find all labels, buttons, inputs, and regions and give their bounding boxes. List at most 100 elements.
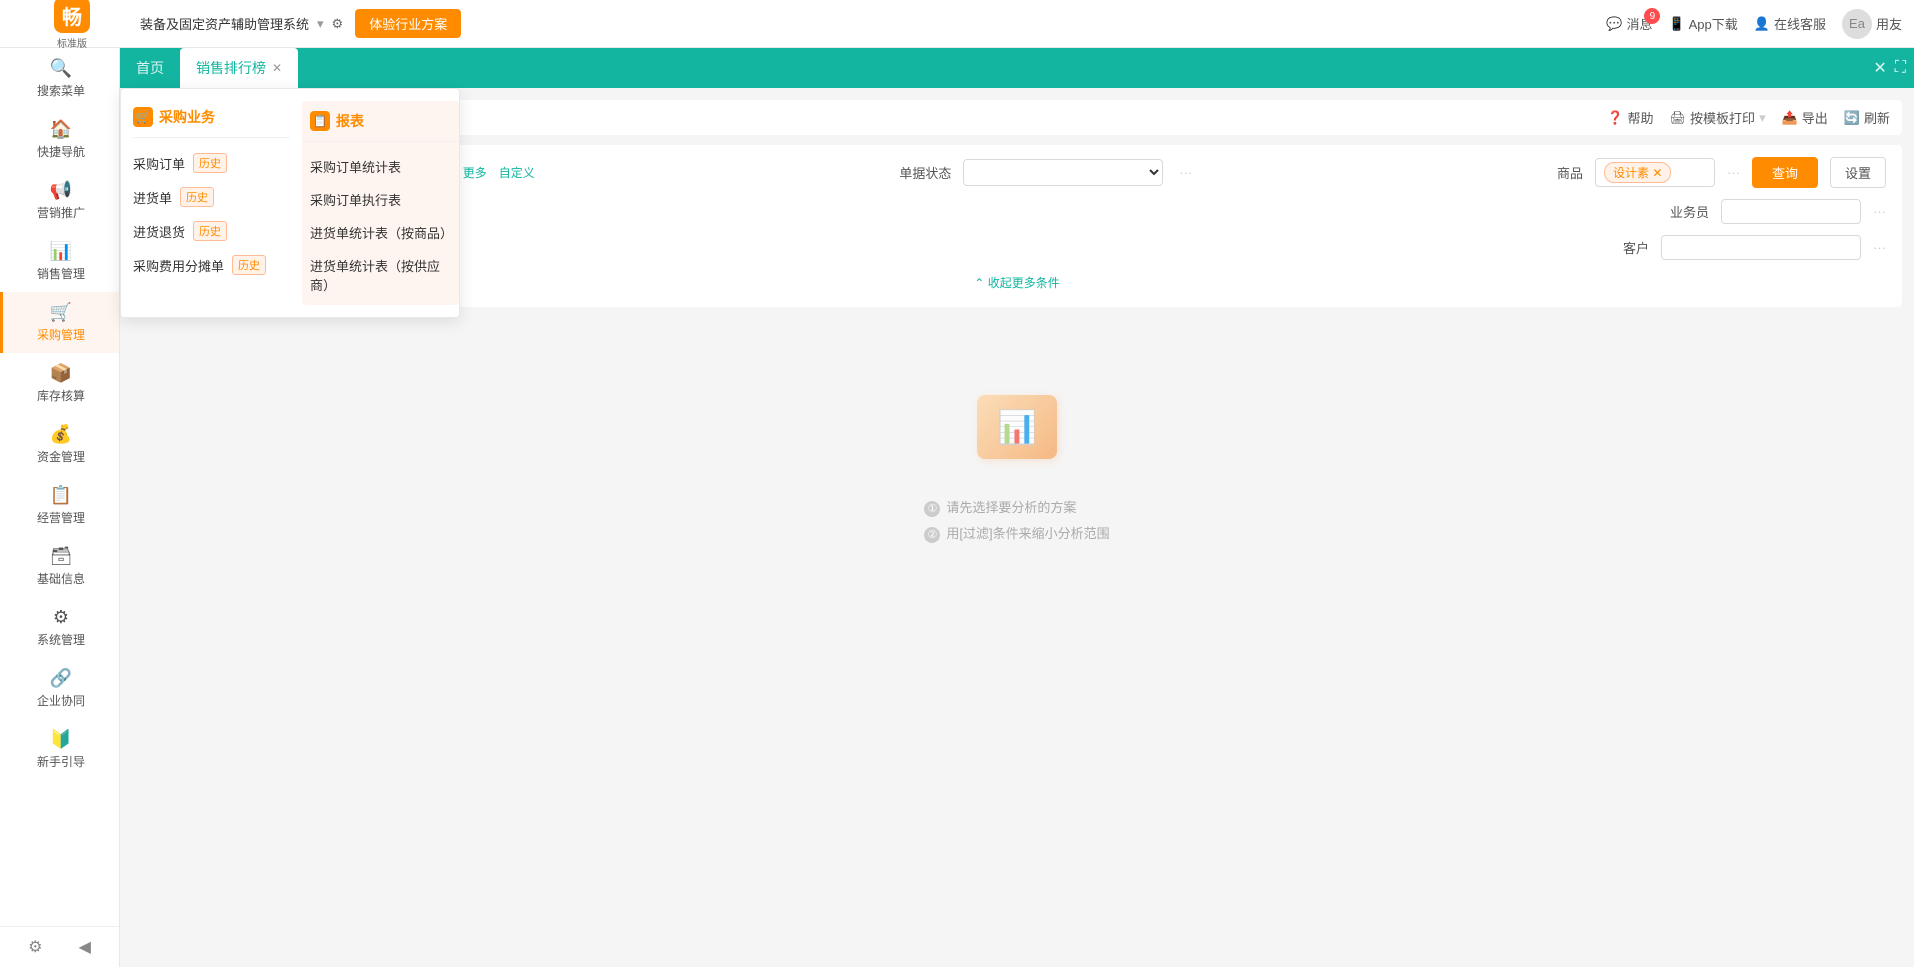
sidebar-settings-icon[interactable]: ⚙ xyxy=(28,937,42,957)
sidebar: 🔍 搜索菜单 🏠 快捷导航 📢 营销推广 📊 销售管理 🛒 采购管理 📦 库存核… xyxy=(0,48,120,967)
purchase-order-history: 历史 xyxy=(193,153,227,173)
finance-icon: 💰 xyxy=(50,424,72,445)
purchase-col-icon: 🛒 xyxy=(133,107,153,127)
tab-close-all-icon[interactable]: ✕ xyxy=(1873,58,1886,78)
message-badge: 9 xyxy=(1644,8,1660,24)
dropdown-item-purchase-order-stat[interactable]: 采购订单统计表 xyxy=(302,150,459,183)
app-download-item[interactable]: 📱 App下载 xyxy=(1668,14,1737,33)
export-label: 导出 xyxy=(1802,108,1828,127)
tab-home[interactable]: 首页 xyxy=(120,48,180,88)
gear-icon[interactable]: ⚙ xyxy=(332,16,344,32)
dropdown-purchase-title: 采购业务 xyxy=(159,107,215,127)
quick-nav-icon: 🏠 xyxy=(50,119,72,140)
customer-input[interactable] xyxy=(1661,235,1861,260)
filter-actions: 查询 设置 xyxy=(1752,157,1886,188)
help-button[interactable]: ❓ 帮助 xyxy=(1607,108,1653,127)
phone-icon: 📱 xyxy=(1668,16,1684,32)
tab-close-icon[interactable]: ✕ xyxy=(272,61,282,75)
purchase-order-label: 采购订单 xyxy=(133,154,185,173)
expense-label: 采购费用分摊单 xyxy=(133,256,224,275)
tab-maximize-icon[interactable]: ⛶ xyxy=(1895,59,1906,77)
inventory-label: 库存核算 xyxy=(37,387,85,404)
empty-illustration: 📊 xyxy=(967,395,1067,475)
doc-status-select[interactable] xyxy=(963,159,1163,186)
purchase-mgmt-icon: 🛒 xyxy=(50,302,72,323)
refresh-icon: 🔄 xyxy=(1844,110,1860,126)
tab-home-label: 首页 xyxy=(136,58,164,78)
message-icon: 💬 xyxy=(1606,16,1622,32)
incoming-history: 历史 xyxy=(180,187,214,207)
settings-button[interactable]: 设置 xyxy=(1830,157,1886,188)
user-item[interactable]: Ea 用友 xyxy=(1842,9,1902,39)
date-more[interactable]: 更多 xyxy=(463,164,487,181)
tab-sales-ranking[interactable]: 销售排行榜 ✕ xyxy=(180,48,298,88)
report-col-icon: 📋 xyxy=(310,111,330,131)
basic-info-icon: 🗃 xyxy=(50,546,73,567)
tab-bar-right: ✕ ⛶ xyxy=(1873,58,1914,78)
online-service-item[interactable]: 👤 在线客服 xyxy=(1754,14,1826,33)
sales-mgmt-icon: 📊 xyxy=(50,241,72,262)
sidebar-item-finance[interactable]: 💰 资金管理 xyxy=(0,414,119,475)
refresh-label: 刷新 xyxy=(1864,108,1890,127)
goods-tag-close[interactable]: ✕ xyxy=(1652,166,1662,180)
dropdown-item-purchase-order-exec[interactable]: 采购订单执行表 xyxy=(302,183,459,216)
sidebar-collapse-icon[interactable]: ◀ xyxy=(79,937,91,957)
sales-mgmt-label: 销售管理 xyxy=(37,265,85,282)
dropdown-item-incoming-stat-supplier[interactable]: 进货单统计表（按供应商） xyxy=(302,249,459,301)
sidebar-item-enterprise[interactable]: 🔗 企业协同 xyxy=(0,658,119,719)
dropdown-item-expense[interactable]: 采购费用分摊单 历史 xyxy=(133,248,290,282)
tab-sales-ranking-label: 销售排行榜 xyxy=(196,58,266,78)
doc-status-label: 单据状态 xyxy=(899,163,951,182)
industry-button[interactable]: 体验行业方案 xyxy=(355,9,461,38)
goods-input-wrap[interactable]: 设计素 ✕ xyxy=(1595,158,1715,187)
user-label: 用友 xyxy=(1876,14,1902,33)
sidebar-item-quick-nav[interactable]: 🏠 快捷导航 xyxy=(0,109,119,170)
sidebar-item-sys-mgmt[interactable]: ⚙ 系统管理 xyxy=(0,597,119,658)
marketing-icon: 📢 xyxy=(50,180,72,201)
dropdown-item-purchase-order[interactable]: 采购订单 历史 xyxy=(133,146,290,180)
tip-text-2: 用[过滤]条件来缩小分析范围 xyxy=(946,526,1109,541)
doc-status-select-wrap xyxy=(963,159,1163,186)
sidebar-item-inventory[interactable]: 📦 库存核算 xyxy=(0,353,119,414)
date-custom[interactable]: 自定义 xyxy=(499,164,535,181)
return-history: 历史 xyxy=(193,221,227,241)
dropdown-col-report-header: 📋 报表 xyxy=(302,105,459,142)
search-menu-label: 搜索菜单 xyxy=(37,82,85,99)
sys-mgmt-label: 系统管理 xyxy=(37,631,85,648)
tab-bar: 首页 销售排行榜 ✕ ✕ ⛶ xyxy=(120,48,1914,88)
sidebar-item-operations[interactable]: 📋 经营管理 xyxy=(0,475,119,536)
sidebar-item-purchase-mgmt[interactable]: 🛒 采购管理 xyxy=(0,292,119,353)
chevron-up-icon: ⌃ xyxy=(974,276,984,290)
service-icon: 👤 xyxy=(1754,16,1770,32)
dropdown-col-purchase: 🛒 采购业务 采购订单 历史 进货单 历史 进货退货 历史 采购费用分摊单 历史 xyxy=(121,101,302,305)
dropdown-arrow-icon[interactable]: ▾ xyxy=(317,16,324,32)
sidebar-item-search-menu[interactable]: 🔍 搜索菜单 xyxy=(0,48,119,109)
incoming-label: 进货单 xyxy=(133,188,172,207)
dropdown-item-return[interactable]: 进货退货 历史 xyxy=(133,214,290,248)
dropdown-item-incoming[interactable]: 进货单 历史 xyxy=(133,180,290,214)
goods-tag: 设计素 ✕ xyxy=(1604,162,1671,183)
sidebar-item-sales-mgmt[interactable]: 📊 销售管理 xyxy=(0,231,119,292)
tip-text-1: 请先选择要分析的方案 xyxy=(946,500,1076,515)
dropdown-item-incoming-stat-goods[interactable]: 进货单统计表（按商品） xyxy=(302,216,459,249)
salesman-input[interactable] xyxy=(1721,199,1861,224)
print-button[interactable]: 🖨 按模板打印 ▾ xyxy=(1670,108,1766,127)
refresh-button[interactable]: 🔄 刷新 xyxy=(1844,108,1890,127)
return-label: 进货退货 xyxy=(133,222,185,241)
logo-subtext: 标准版 xyxy=(57,35,87,50)
export-button[interactable]: 📤 导出 xyxy=(1782,108,1828,127)
salesman-label: 业务员 xyxy=(1670,202,1709,221)
export-icon: 📤 xyxy=(1782,110,1798,126)
purchase-order-exec-label: 采购订单执行表 xyxy=(310,190,401,209)
sidebar-item-basic-info[interactable]: 🗃 基础信息 xyxy=(0,536,119,597)
goods-dots: ··· xyxy=(1727,165,1740,180)
guide-icon: 🔰 xyxy=(50,729,72,750)
sidebar-item-marketing[interactable]: 📢 营销推广 xyxy=(0,170,119,231)
system-title: 装备及固定资产辅助管理系统 xyxy=(140,14,309,33)
doc-status-dots: ··· xyxy=(1179,165,1192,180)
online-service-label: 在线客服 xyxy=(1774,14,1826,33)
message-icon-item[interactable]: 💬 9 消息 xyxy=(1606,14,1652,33)
purchase-mgmt-label: 采购管理 xyxy=(37,326,85,343)
query-button[interactable]: 查询 xyxy=(1752,157,1818,188)
sidebar-item-guide[interactable]: 🔰 新手引导 xyxy=(0,719,119,780)
